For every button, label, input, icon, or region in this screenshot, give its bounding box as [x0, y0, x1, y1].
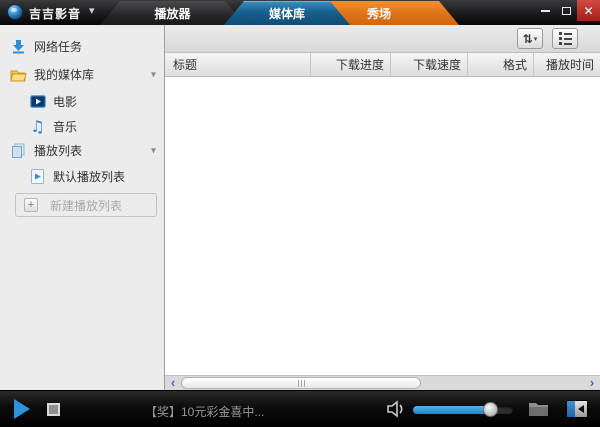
- player-bar: 【奖】10元彩金喜中...: [0, 390, 600, 427]
- sidebar-item-label: 网络任务: [34, 39, 83, 54]
- window-controls: ✕: [535, 0, 600, 21]
- titlebar: 吉吉影音 ▾ 播放器 秀场 媒体库 ✕: [0, 0, 600, 25]
- app-window: 吉吉影音 ▾ 播放器 秀场 媒体库 ✕ 网络任务 我的媒体库 ▾ 电影 ♫ 音乐…: [0, 0, 600, 427]
- close-icon: ✕: [583, 3, 594, 18]
- sort-button[interactable]: ⇅ ▾: [517, 28, 543, 49]
- new-playlist-label: 新建播放列表: [50, 198, 123, 213]
- movie-icon: [29, 93, 46, 110]
- scroll-right-arrow-icon[interactable]: ›: [585, 376, 599, 391]
- collapse-arrow-icon[interactable]: ▾: [151, 69, 156, 80]
- media-library-content: ⇅ ▾ 标题 下载进度 下载速度 格式 播放时间 ‹ ›: [165, 25, 600, 390]
- volume-fill: [413, 406, 491, 414]
- playlist-panel-toggle-button[interactable]: [566, 400, 588, 418]
- sidebar-item-label: 音乐: [53, 119, 78, 134]
- column-header-download-progress[interactable]: 下载进度: [310, 53, 390, 76]
- stop-button[interactable]: [47, 403, 60, 416]
- music-icon: ♫: [30, 116, 45, 136]
- sort-dropdown-icon: ▾: [533, 35, 538, 43]
- maximize-button[interactable]: [556, 0, 577, 21]
- promo-marquee-text: 【奖】10元彩金喜中...: [145, 405, 265, 419]
- sidebar-item-network-tasks[interactable]: 网络任务: [0, 32, 164, 60]
- download-icon: [10, 38, 27, 55]
- document-icon: [29, 168, 46, 185]
- volume-speaker-icon[interactable]: [386, 400, 406, 421]
- view-mode-button[interactable]: [552, 28, 578, 49]
- app-title: 吉吉影音: [29, 7, 82, 21]
- scrollbar-thumb[interactable]: [181, 377, 421, 389]
- scroll-left-arrow-icon[interactable]: ‹: [166, 376, 180, 391]
- column-header-format[interactable]: 格式: [467, 53, 533, 76]
- sidebar-item-music[interactable]: ♫ 音乐: [0, 114, 164, 138]
- table-header: 标题 下载进度 下载速度 格式 播放时间: [165, 53, 600, 77]
- sort-icon: ⇅: [522, 31, 533, 46]
- column-header-title[interactable]: 标题: [165, 56, 310, 73]
- tab-media-library[interactable]: 媒体库: [224, 1, 350, 25]
- app-logo-icon[interactable]: [7, 4, 23, 20]
- main-body: 网络任务 我的媒体库 ▾ 电影 ♫ 音乐 播放列表 ▾ 默认播放列表 + 新建播…: [0, 25, 600, 390]
- minimize-button[interactable]: [535, 0, 556, 21]
- sidebar-item-playlists[interactable]: 播放列表 ▾: [0, 138, 164, 163]
- sidebar-item-my-media-library[interactable]: 我的媒体库 ▾: [0, 60, 164, 89]
- tab-media-library-label: 媒体库: [268, 6, 305, 21]
- folder-icon: [10, 66, 27, 83]
- sidebar: 网络任务 我的媒体库 ▾ 电影 ♫ 音乐 播放列表 ▾ 默认播放列表 + 新建播…: [0, 25, 165, 390]
- tab-player-label: 播放器: [154, 6, 191, 21]
- plus-icon: +: [24, 198, 38, 212]
- column-header-play-time[interactable]: 播放时间: [533, 53, 600, 76]
- sidebar-item-label: 默认播放列表: [53, 169, 126, 184]
- maximize-icon: [562, 6, 571, 15]
- panel-bar-icon: [567, 401, 576, 417]
- main-menu-arrow-icon[interactable]: ▾: [89, 4, 95, 17]
- tab-show-label: 秀场: [366, 6, 391, 21]
- close-button[interactable]: ✕: [577, 0, 600, 21]
- sidebar-item-label: 播放列表: [34, 144, 83, 158]
- collapse-left-icon: [575, 401, 587, 417]
- playlist-icon: [10, 142, 27, 159]
- volume-knob[interactable]: [483, 402, 498, 417]
- column-header-download-speed[interactable]: 下载速度: [390, 53, 467, 76]
- list-view-icon: [558, 32, 572, 45]
- media-list-empty-area[interactable]: [165, 77, 600, 375]
- open-file-folder-icon[interactable]: [528, 401, 549, 420]
- horizontal-scrollbar[interactable]: ‹ ›: [165, 375, 600, 390]
- toolbar: ⇅ ▾: [165, 25, 600, 53]
- sidebar-item-label: 我的媒体库: [34, 68, 95, 82]
- play-button[interactable]: [14, 399, 30, 419]
- volume-slider[interactable]: [413, 402, 513, 417]
- sidebar-item-label: 电影: [53, 95, 78, 109]
- sidebar-item-default-playlist[interactable]: 默认播放列表: [0, 163, 164, 189]
- collapse-arrow-icon[interactable]: ▾: [151, 145, 156, 156]
- sidebar-item-movies[interactable]: 电影: [0, 89, 164, 114]
- new-playlist-button[interactable]: + 新建播放列表: [15, 193, 157, 217]
- tab-player[interactable]: 播放器: [100, 1, 245, 25]
- minimize-icon: [541, 9, 550, 12]
